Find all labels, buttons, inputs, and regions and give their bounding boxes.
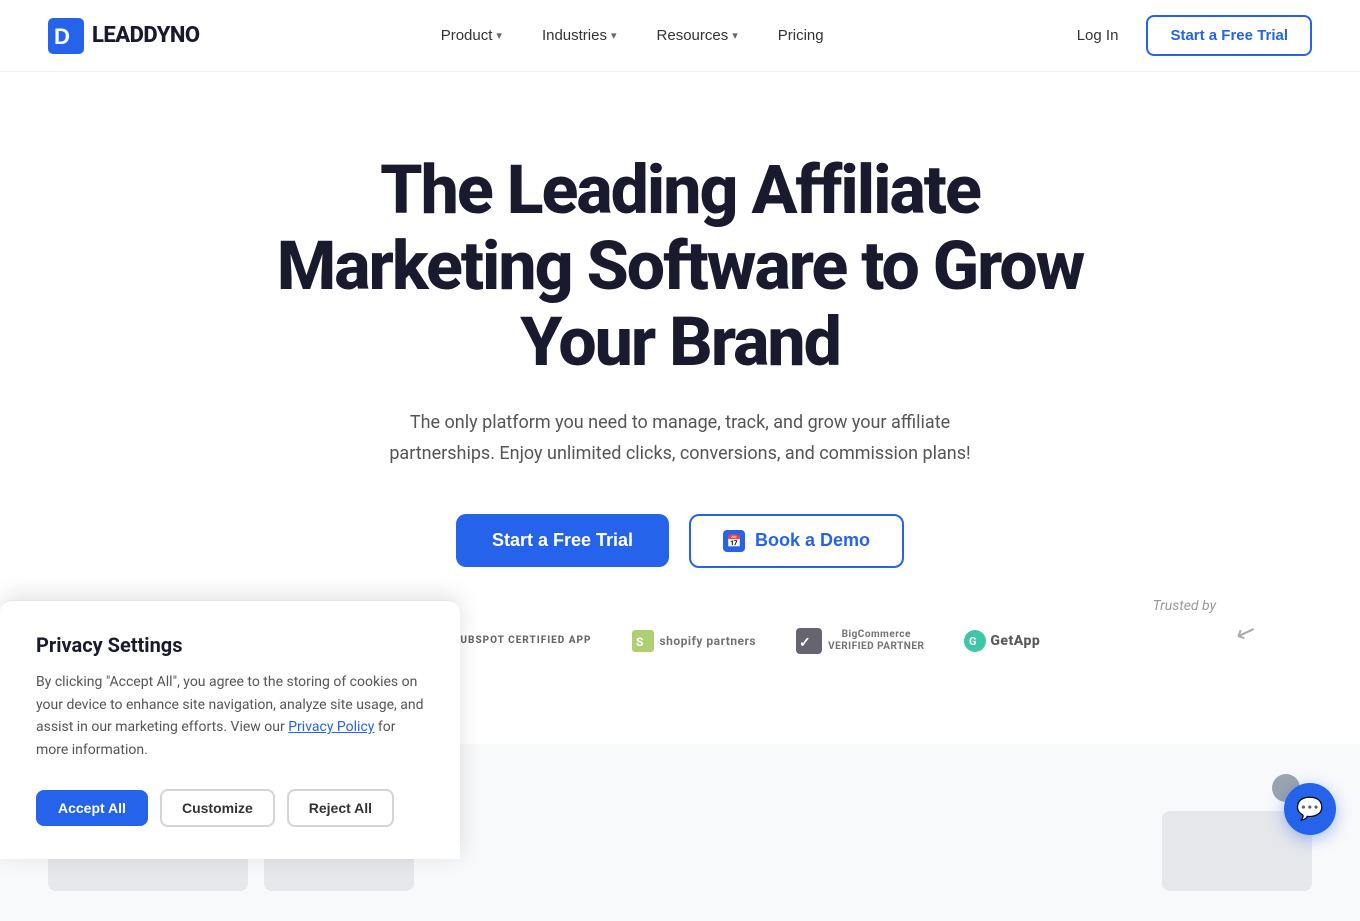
shopify-icon: S [632,630,654,652]
svg-text:G: G [969,635,977,648]
hero-buttons: Start a Free Trial 📅 Book a Demo [24,514,1336,568]
customize-button[interactable]: Customize [160,789,275,827]
hero-title: The Leading Affiliate Marketing Software… [230,152,1130,380]
reject-all-button[interactable]: Reject All [287,789,394,827]
hero-subtitle: The only platform you need to manage, tr… [380,408,980,469]
nav-pricing[interactable]: Pricing [762,19,840,52]
privacy-policy-link[interactable]: Privacy Policy [288,719,374,735]
privacy-title: Privacy Settings [36,633,424,657]
privacy-buttons: Accept All Customize Reject All [36,789,424,827]
accept-all-button[interactable]: Accept All [36,790,148,826]
nav-product[interactable]: Product ▾ [425,19,518,52]
privacy-text: By clicking "Accept All", you agree to t… [36,671,424,761]
navbar: D LEADDYNO Product ▾ Industries ▾ Resour… [0,0,1360,72]
logo-text: LEADDYNO [92,23,200,48]
calendar-icon: 📅 [723,530,745,552]
bigcommerce-icon: ✓ [796,628,822,654]
chevron-down-icon: ▾ [611,29,617,42]
nav-resources[interactable]: Resources ▾ [641,19,754,52]
nav-actions: Log In Start a Free Trial [1065,15,1312,56]
chat-icon: 💬 [1296,796,1323,822]
login-button[interactable]: Log In [1065,19,1131,52]
trusted-label: Trusted by [1153,598,1216,614]
svg-text:✓: ✓ [799,635,811,651]
logo[interactable]: D LEADDYNO [48,18,200,54]
privacy-banner: Privacy Settings By clicking "Accept All… [0,600,460,859]
hero-trial-button[interactable]: Start a Free Trial [456,514,669,567]
hero-demo-button[interactable]: 📅 Book a Demo [689,514,904,568]
nav-trial-button[interactable]: Start a Free Trial [1146,15,1312,56]
svg-text:S: S [636,635,644,649]
chevron-down-icon: ▾ [732,29,738,42]
shopify-logo: S shopify partners [632,630,757,652]
getapp-logo: G GetApp [964,630,1040,652]
chevron-down-icon: ▾ [496,29,502,42]
chat-button[interactable]: 💬 [1284,783,1336,835]
nav-industries[interactable]: Industries ▾ [526,19,633,52]
nav-links: Product ▾ Industries ▾ Resources ▾ Prici… [425,19,840,52]
bigcommerce-logo: ✓ BigCommerceVERIFIED PARTNER [796,628,924,654]
svg-text:D: D [54,24,70,49]
getapp-icon: G [964,630,986,652]
